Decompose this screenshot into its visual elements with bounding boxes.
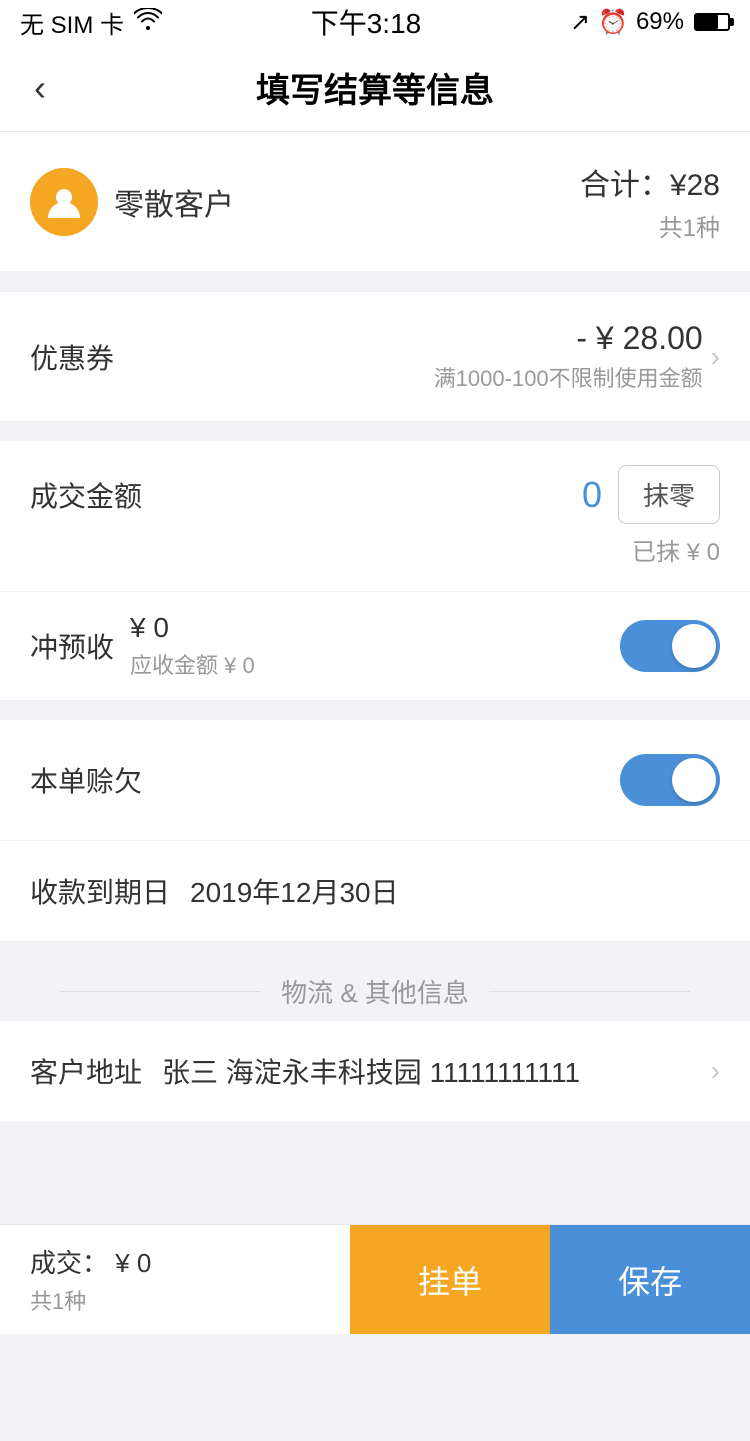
battery-percentage: 69% bbox=[636, 8, 684, 36]
debt-section: 本单赊欠 收款到期日 2019年12月30日 bbox=[0, 720, 750, 941]
transaction-row: 成交金额 0 抹零 bbox=[0, 441, 750, 532]
prepayment-toggle[interactable] bbox=[620, 620, 720, 672]
wifi-icon bbox=[134, 8, 162, 37]
trade-amount: ¥ 0 bbox=[115, 1248, 151, 1278]
debt-toggle[interactable] bbox=[620, 754, 720, 806]
carrier-label: 无 SIM 卡 bbox=[20, 5, 124, 40]
bottom-info: 成交： ¥ 0 共1种 bbox=[0, 1243, 350, 1316]
debt-toggle-knob bbox=[672, 758, 716, 802]
transaction-label: 成交金额 bbox=[30, 475, 142, 515]
bottom-trade: 成交： ¥ 0 bbox=[30, 1243, 350, 1280]
due-date-value: 2019年12月30日 bbox=[190, 871, 399, 911]
bottom-bar: 成交： ¥ 0 共1种 挂单 保存 bbox=[0, 1224, 750, 1334]
coupon-description: 满1000-100不限制使用金额 bbox=[434, 361, 703, 393]
address-value: 张三 海淀永丰科技园 11111111111 bbox=[162, 1051, 703, 1091]
prepayment-row: 冲预收 ¥ 0 应收金额 ¥ 0 bbox=[0, 591, 750, 700]
rounded-label: 已抹 ¥ 0 bbox=[632, 532, 720, 567]
logistics-divider: 物流 & 其他信息 bbox=[0, 961, 750, 1021]
total-amount: 合计：¥28 bbox=[580, 160, 720, 204]
due-date-label: 收款到期日 bbox=[30, 871, 170, 911]
transaction-sub: 已抹 ¥ 0 bbox=[0, 532, 750, 591]
prepay-label: 冲预收 bbox=[30, 626, 114, 666]
customer-totals: 合计：¥28 共1种 bbox=[580, 160, 720, 243]
coupon-label: 优惠券 bbox=[30, 337, 114, 377]
address-row[interactable]: 客户地址 张三 海淀永丰科技园 11111111111 › bbox=[0, 1021, 750, 1121]
coupon-right: - ¥ 28.00 满1000-100不限制使用金额 bbox=[434, 320, 703, 393]
coupon-row[interactable]: 优惠券 - ¥ 28.00 满1000-100不限制使用金额 › bbox=[0, 292, 750, 421]
divider-1 bbox=[0, 272, 750, 292]
address-chevron-icon: › bbox=[711, 1055, 720, 1087]
customer-row: 零散客户 合计：¥28 共1种 bbox=[0, 132, 750, 272]
divider-2 bbox=[0, 421, 750, 441]
due-date-row: 收款到期日 2019年12月30日 bbox=[0, 841, 750, 941]
coupon-discount: - ¥ 28.00 bbox=[434, 320, 703, 357]
coupon-section: 优惠券 - ¥ 28.00 满1000-100不限制使用金额 › bbox=[0, 292, 750, 421]
transaction-right: 0 抹零 bbox=[582, 465, 720, 524]
bottom-actions: 挂单 保存 bbox=[350, 1225, 750, 1334]
save-button[interactable]: 保存 bbox=[550, 1225, 750, 1334]
alarm-icon: ⏰ bbox=[598, 8, 628, 37]
toggle-knob bbox=[672, 624, 716, 668]
location-icon: ↗ bbox=[570, 8, 590, 37]
round-button[interactable]: 抹零 bbox=[618, 465, 720, 524]
debt-label: 本单赊欠 bbox=[30, 760, 142, 800]
logistics-label: 物流 & 其他信息 bbox=[261, 973, 489, 1010]
transaction-value: 0 bbox=[582, 474, 602, 516]
debt-row: 本单赊欠 bbox=[0, 720, 750, 841]
back-button[interactable]: ‹ bbox=[24, 57, 56, 119]
divider-3 bbox=[0, 700, 750, 720]
status-time: 下午3:18 bbox=[311, 2, 422, 42]
divider-4 bbox=[0, 941, 750, 961]
status-left: 无 SIM 卡 bbox=[20, 5, 162, 40]
prepay-sub: 应收金额 ¥ 0 bbox=[130, 648, 255, 680]
customer-avatar bbox=[30, 168, 98, 236]
page-title: 填写结算等信息 bbox=[256, 63, 494, 112]
customer-info: 零散客户 bbox=[30, 168, 234, 236]
customer-name: 零散客户 bbox=[114, 180, 234, 224]
status-right: ↗ ⏰ 69% bbox=[570, 8, 730, 37]
nav-bar: ‹ 填写结算等信息 bbox=[0, 44, 750, 132]
status-bar: 无 SIM 卡 下午3:18 ↗ ⏰ 69% bbox=[0, 0, 750, 44]
transaction-section: 成交金额 0 抹零 已抹 ¥ 0 冲预收 ¥ 0 应收金额 ¥ 0 bbox=[0, 441, 750, 700]
total-count: 共1种 bbox=[580, 208, 720, 243]
battery-icon bbox=[694, 13, 730, 31]
prepay-left: 冲预收 ¥ 0 应收金额 ¥ 0 bbox=[30, 612, 620, 680]
trade-label: 成交： bbox=[30, 1248, 108, 1278]
prepay-amount: ¥ 0 bbox=[130, 612, 255, 644]
address-label: 客户地址 bbox=[30, 1051, 142, 1091]
chevron-right-icon: › bbox=[711, 341, 720, 373]
bottom-count: 共1种 bbox=[30, 1284, 350, 1316]
pending-button[interactable]: 挂单 bbox=[350, 1225, 550, 1334]
